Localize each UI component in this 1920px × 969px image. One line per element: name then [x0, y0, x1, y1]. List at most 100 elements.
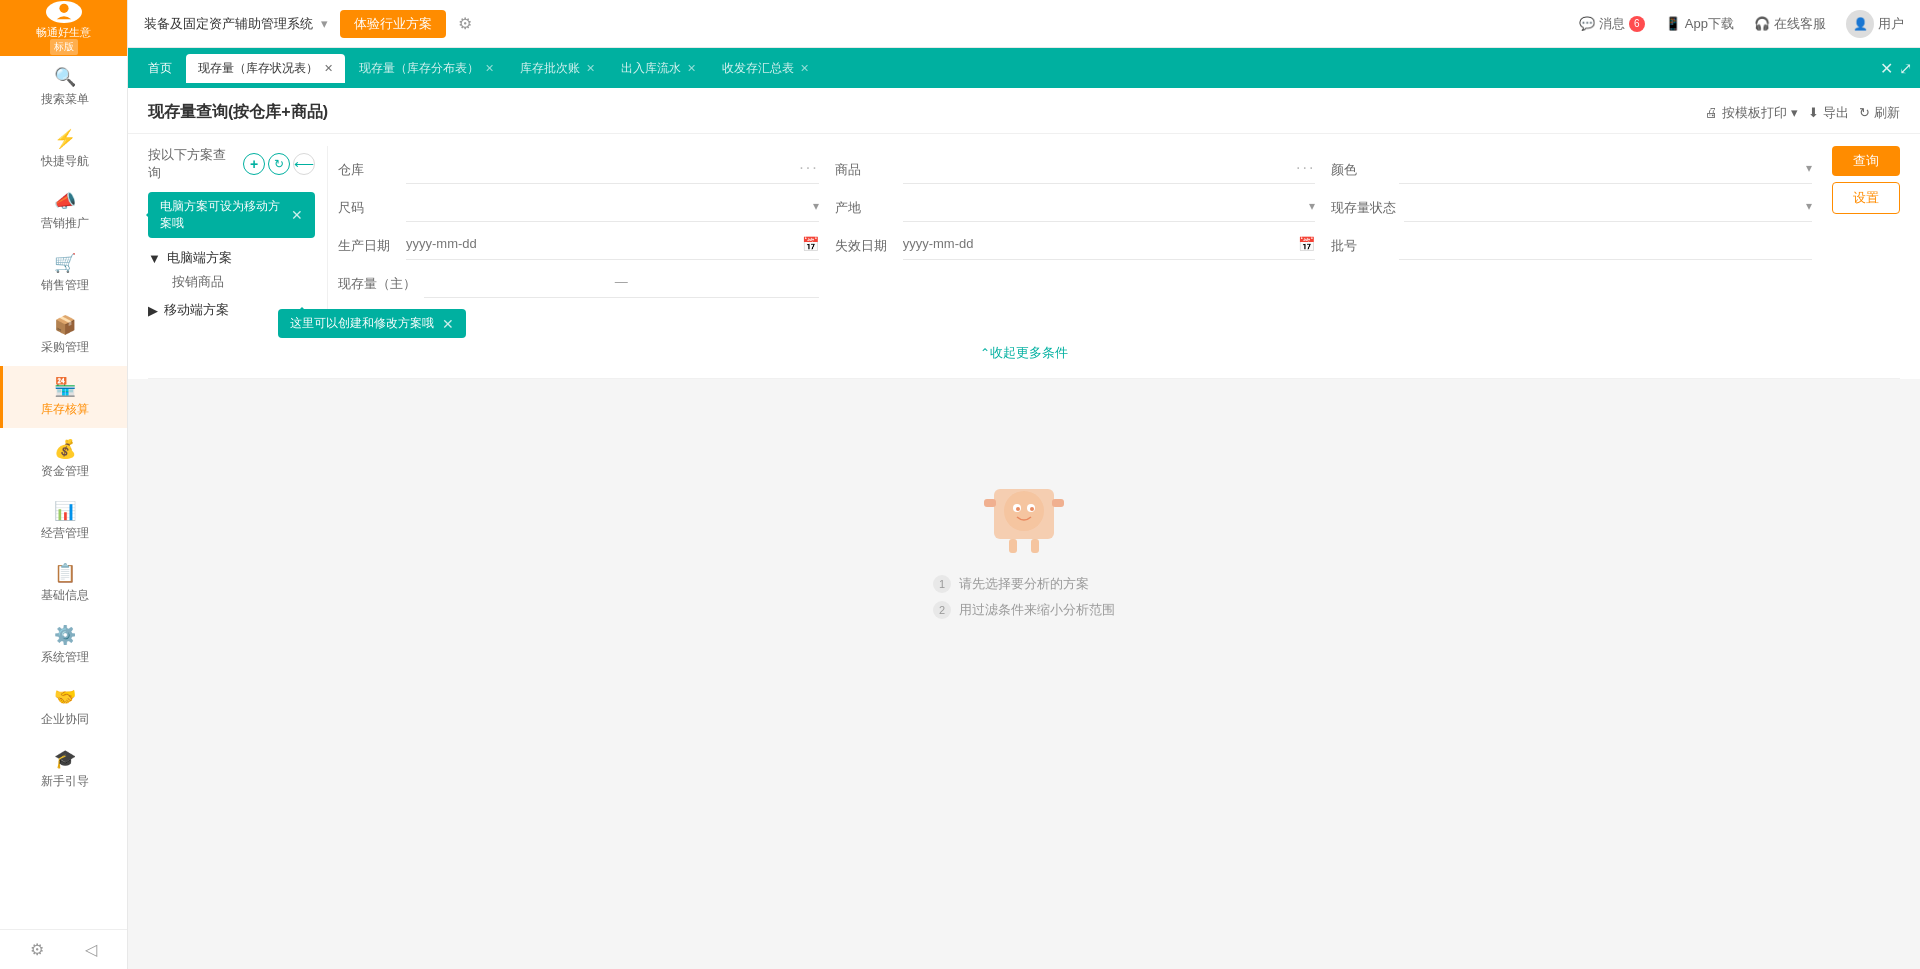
empty-illustration — [964, 459, 1084, 559]
sidebar-item-purchase[interactable]: 📦 采购管理 — [0, 304, 127, 366]
filter-row-prod-date: 生产日期 📅 — [338, 232, 819, 260]
sidebar-item-label: 快捷导航 — [41, 153, 89, 170]
goods-label: 商品 — [835, 161, 895, 179]
sidebar-item-operations[interactable]: 📊 经营管理 — [0, 490, 127, 552]
sidebar-item-guide[interactable]: 🎓 新手引导 — [0, 738, 127, 800]
goods-input[interactable] — [903, 156, 1296, 179]
set-btn[interactable]: 设置 — [1832, 182, 1900, 214]
sidebar-item-cooperation[interactable]: 🤝 企业协同 — [0, 676, 127, 738]
message-label: 消息 — [1599, 15, 1625, 33]
size-dropdown-icon[interactable]: ▾ — [813, 199, 819, 213]
sidebar-item-label: 营销推广 — [41, 215, 89, 232]
collapse-arrow-icon: ⌃ — [980, 346, 990, 360]
origin-label: 产地 — [835, 199, 895, 217]
system-icon: ⚙️ — [54, 624, 76, 646]
search-btn[interactable]: 查询 — [1832, 146, 1900, 176]
tab-receipt-summary[interactable]: 收发存汇总表 ✕ — [710, 54, 821, 83]
expire-date-input[interactable] — [903, 232, 1295, 255]
warehouse-input[interactable] — [406, 156, 799, 179]
purchase-icon: 📦 — [54, 314, 76, 336]
import-scheme-btn[interactable]: ⟵ — [293, 153, 315, 175]
expire-date-calendar-icon[interactable]: 📅 — [1298, 236, 1315, 252]
cooperation-icon: 🤝 — [54, 686, 76, 708]
create-scheme-close[interactable]: ✕ — [442, 316, 454, 332]
tab-receipt-summary-close[interactable]: ✕ — [800, 62, 809, 75]
scheme-tooltip-close[interactable]: ✕ — [291, 207, 303, 223]
color-input[interactable] — [1399, 156, 1806, 179]
add-scheme-btn[interactable]: + — [243, 153, 265, 175]
filter-row-origin: 产地 ▾ — [835, 194, 1316, 222]
topbar: 装备及固定资产辅助管理系统 ▾ 体验行业方案 ⚙ 💬 消息 6 📱 App下载 … — [128, 0, 1920, 48]
tab-home[interactable]: 首页 — [136, 54, 184, 83]
sidebar-item-marketing[interactable]: 📣 营销推广 — [0, 180, 127, 242]
tab-close-all-btn[interactable]: ✕ — [1880, 59, 1893, 78]
stock-status-input[interactable] — [1404, 194, 1806, 217]
page-header: 现存量查询(按仓库+商品) 🖨 按模板打印 ▾ ⬇ 导出 ↻ 刷新 — [128, 88, 1920, 134]
tab-in-out-flow-close[interactable]: ✕ — [687, 62, 696, 75]
sidebar-collapse-btn[interactable]: ◁ — [85, 940, 97, 959]
filter-label: 按以下方案查询 — [148, 146, 237, 182]
sidebar-item-sales[interactable]: 🛒 销售管理 — [0, 242, 127, 304]
scheme-item-sales-goods[interactable]: 按销商品 — [164, 270, 315, 294]
sidebar-item-search[interactable]: 🔍 搜索菜单 — [0, 56, 127, 118]
app-download-item[interactable]: 📱 App下载 — [1665, 15, 1734, 33]
tab-inventory-distribution[interactable]: 现存量（库存分布表） ✕ — [347, 54, 506, 83]
tab-batch-account-close[interactable]: ✕ — [586, 62, 595, 75]
tab-in-out-flow[interactable]: 出入库流水 ✕ — [609, 54, 708, 83]
settings-icon[interactable]: ⚙ — [458, 14, 472, 33]
filter-row-stock-main: 现存量（主） — — [338, 270, 819, 298]
sidebar-item-inventory[interactable]: 🏪 库存核算 — [0, 366, 127, 428]
online-service-item[interactable]: 🎧 在线客服 — [1754, 15, 1826, 33]
prod-date-input[interactable] — [406, 232, 798, 255]
sidebar-item-quick-nav[interactable]: ⚡ 快捷导航 — [0, 118, 127, 180]
app-tag: 标版 — [50, 39, 78, 55]
sidebar-item-finance[interactable]: 💰 资金管理 — [0, 428, 127, 490]
sidebar-item-label: 资金管理 — [41, 463, 89, 480]
search-btn-wrap: 查询 设置 — [1832, 146, 1900, 326]
industry-btn[interactable]: 体验行业方案 — [340, 10, 446, 38]
tab-inventory-status[interactable]: 现存量（库存状况表） ✕ — [186, 54, 345, 83]
origin-input[interactable] — [903, 194, 1310, 217]
svg-rect-8 — [1052, 499, 1064, 507]
refresh-scheme-btn[interactable]: ↻ — [268, 153, 290, 175]
operations-icon: 📊 — [54, 500, 76, 522]
size-label: 尺码 — [338, 199, 398, 217]
prod-date-label: 生产日期 — [338, 237, 398, 255]
step-2-text: 用过滤条件来缩小分析范围 — [959, 601, 1115, 619]
batch-input[interactable] — [1399, 232, 1812, 255]
system-dropdown-icon[interactable]: ▾ — [321, 16, 328, 31]
step-1-num: 1 — [933, 575, 951, 593]
filter-grid: 仓库 ··· 商品 ··· — [338, 156, 1812, 298]
prod-date-calendar-icon[interactable]: 📅 — [802, 236, 819, 252]
scheme-panel: 按以下方案查询 + ↻ ⟵ 电脑方案可设为移动方案哦 ✕ — [148, 146, 328, 326]
collapse-btn[interactable]: ⌃ 收起更多条件 — [128, 334, 1920, 366]
tab-fullscreen-btn[interactable]: ⤢ — [1899, 59, 1912, 78]
origin-dropdown-icon[interactable]: ▾ — [1309, 199, 1315, 213]
tab-batch-account[interactable]: 库存批次账 ✕ — [508, 54, 607, 83]
sidebar-settings-btn[interactable]: ⚙ — [30, 940, 44, 959]
desktop-scheme-header[interactable]: ▼ 电脑端方案 — [148, 246, 315, 270]
export-btn[interactable]: ⬇ 导出 — [1808, 104, 1849, 122]
color-dropdown-icon[interactable]: ▾ — [1806, 161, 1812, 175]
desktop-scheme-group: ▼ 电脑端方案 按销商品 — [148, 246, 315, 294]
goods-dots: ··· — [1296, 159, 1315, 177]
sidebar-item-label: 新手引导 — [41, 773, 89, 790]
filter-row-color: 颜色 ▾ — [1331, 156, 1812, 184]
stock-status-dropdown-icon[interactable]: ▾ — [1806, 199, 1812, 213]
print-btn[interactable]: 🖨 按模板打印 ▾ — [1705, 104, 1798, 122]
stock-main-from-input[interactable] — [424, 270, 607, 293]
svg-rect-7 — [984, 499, 996, 507]
empty-steps: 1 请先选择要分析的方案 2 用过滤条件来缩小分析范围 — [933, 575, 1115, 619]
refresh-btn[interactable]: ↻ 刷新 — [1859, 104, 1900, 122]
tab-inventory-distribution-close[interactable]: ✕ — [485, 62, 494, 75]
scheme-tooltip-text: 电脑方案可设为移动方案哦 — [160, 198, 283, 232]
user-item[interactable]: 👤 用户 — [1846, 10, 1904, 38]
print-label: 按模板打印 — [1722, 104, 1787, 122]
stock-main-to-input[interactable] — [636, 270, 819, 293]
message-item[interactable]: 💬 消息 6 — [1579, 15, 1645, 33]
export-label: 导出 — [1823, 104, 1849, 122]
sidebar-item-basic[interactable]: 📋 基础信息 — [0, 552, 127, 614]
size-input[interactable] — [406, 194, 813, 217]
tab-inventory-status-close[interactable]: ✕ — [324, 62, 333, 75]
sidebar-item-system[interactable]: ⚙️ 系统管理 — [0, 614, 127, 676]
